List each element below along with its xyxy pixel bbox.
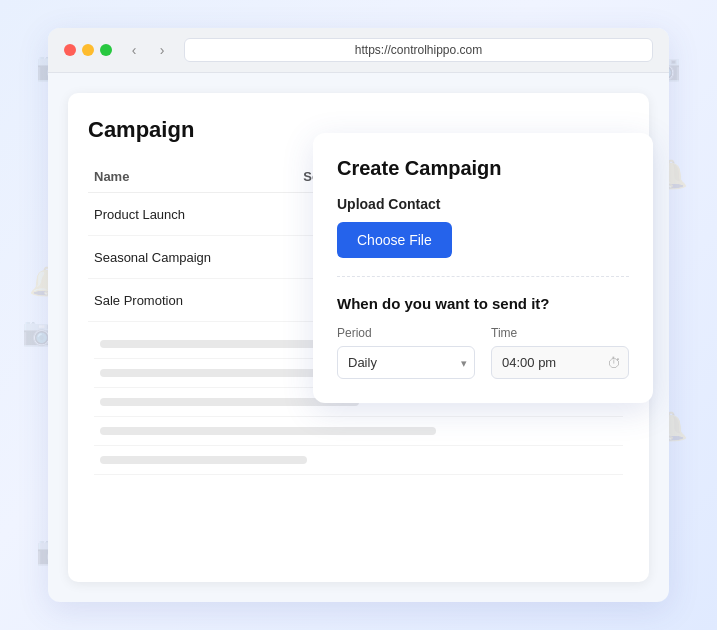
upload-contact-label: Upload Contact [337, 196, 629, 212]
tl-red[interactable] [64, 44, 76, 56]
browser-window: ‹ › https://controlhippo.com Campaign Na… [48, 28, 669, 602]
clock-icon: ⏱ [607, 355, 621, 371]
when-title: When do you want to send it? [337, 295, 629, 312]
url-bar[interactable]: https://controlhippo.com [184, 38, 653, 62]
time-input-wrapper: ⏱ [491, 346, 629, 379]
modal-divider [337, 276, 629, 277]
row-name: Sale Promotion [88, 279, 280, 322]
period-field-group: Period Daily Weekly Monthly Once ▾ [337, 326, 475, 379]
nav-back-button[interactable]: ‹ [122, 38, 146, 62]
period-label: Period [337, 326, 475, 340]
time-label: Time [491, 326, 629, 340]
choose-file-button[interactable]: Choose File [337, 222, 452, 258]
period-select-wrapper: Daily Weekly Monthly Once ▾ [337, 346, 475, 379]
skeleton-row-5 [94, 446, 623, 475]
tl-green[interactable] [100, 44, 112, 56]
row-name: Seasonal Campaign [88, 236, 280, 279]
browser-content: Campaign Name Schedule Status Recipient … [48, 73, 669, 602]
nav-buttons: ‹ › [122, 38, 174, 62]
skeleton-row-4 [94, 417, 623, 446]
period-time-row: Period Daily Weekly Monthly Once ▾ Time [337, 326, 629, 379]
nav-forward-button[interactable]: › [150, 38, 174, 62]
traffic-lights [64, 44, 112, 56]
row-name: Product Launch [88, 193, 280, 236]
create-campaign-modal: Create Campaign Upload Contact Choose Fi… [313, 133, 653, 403]
col-header-name: Name [88, 161, 280, 193]
browser-bar: ‹ › https://controlhippo.com [48, 28, 669, 73]
time-field-group: Time ⏱ [491, 326, 629, 379]
tl-yellow[interactable] [82, 44, 94, 56]
period-select[interactable]: Daily Weekly Monthly Once [337, 346, 475, 379]
modal-title: Create Campaign [337, 157, 629, 180]
